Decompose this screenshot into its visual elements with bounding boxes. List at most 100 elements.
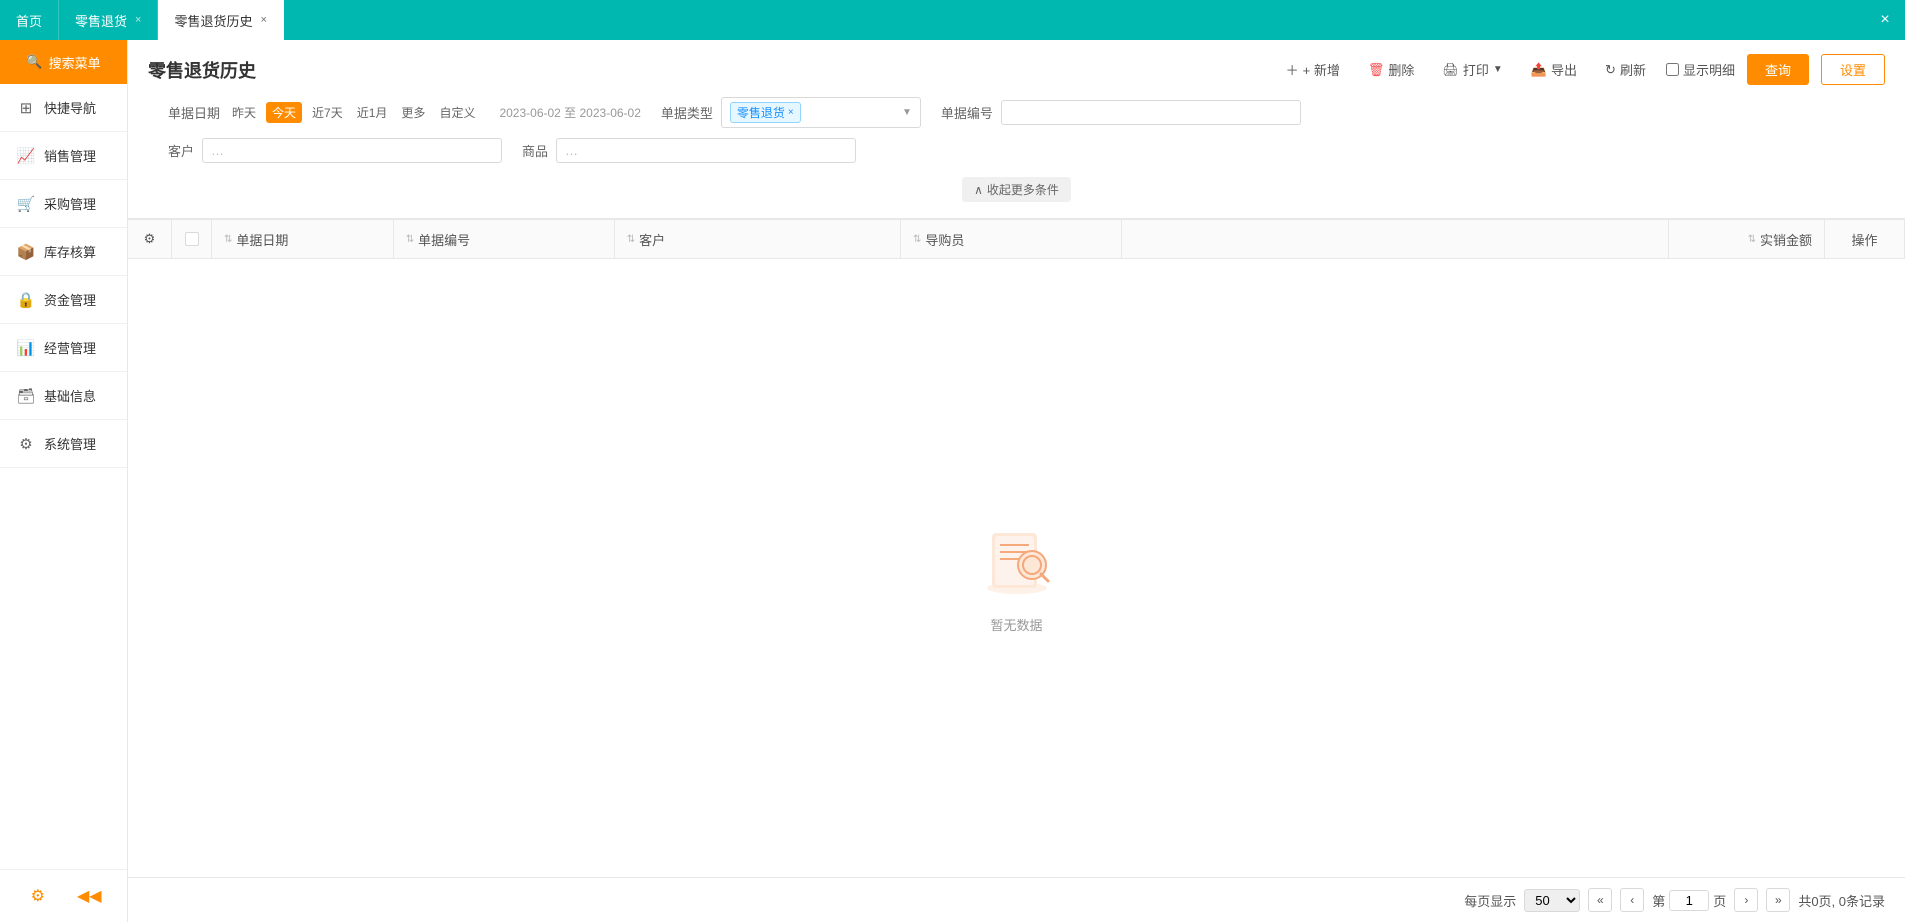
column-settings-icon[interactable]: ⚙ — [144, 231, 156, 247]
date-filter-field: 单据日期 昨天 今天 近7天 近1月 更多 自定义 — [168, 102, 479, 123]
tab-home-label: 首页 — [16, 11, 42, 30]
sidebar-item-quick-nav[interactable]: ⊞ 快捷导航 — [0, 84, 127, 132]
delete-button[interactable]: 🗑 删除 — [1360, 56, 1423, 83]
type-filter-value: 零售退货 × — [730, 102, 801, 123]
sidebar-item-system[interactable]: ⚙ 系统管理 — [0, 420, 127, 468]
th-amount-label: 实销金额 — [1760, 230, 1812, 249]
sidebar-item-inventory[interactable]: 📦 库存核算 — [0, 228, 127, 276]
th-customer[interactable]: ⇅ 客户 — [615, 220, 901, 258]
per-page-select[interactable]: 50 10 20 100 — [1524, 889, 1580, 912]
tab-retail-return-history[interactable]: 零售退货历史 × — [158, 0, 283, 40]
pagination-total: 共0页, 0条记录 — [1798, 891, 1885, 910]
sidebar-item-operations[interactable]: 📊 经营管理 — [0, 324, 127, 372]
goods-filter-select[interactable]: … — [556, 138, 856, 163]
th-action: 操作 — [1825, 220, 1905, 258]
th-settings[interactable]: ⚙ — [128, 220, 172, 258]
sidebar-settings-icon[interactable]: ⚙ — [24, 882, 52, 910]
refresh-icon: ↻ — [1605, 62, 1616, 78]
tab-home[interactable]: 首页 — [0, 0, 59, 40]
sidebar-item-sales-label: 销售管理 — [44, 146, 96, 165]
sidebar-item-quick-nav-label: 快捷导航 — [44, 98, 96, 117]
new-button[interactable]: ＋ + 新增 — [1278, 56, 1348, 83]
date-today[interactable]: 今天 — [266, 102, 302, 123]
settings-button[interactable]: 设置 — [1821, 54, 1885, 85]
date-range-field: 2023-06-02 至 2023-06-02 — [499, 104, 640, 121]
date-more[interactable]: 更多 — [397, 102, 429, 123]
export-label: 导出 — [1551, 60, 1577, 79]
filter-row-1: 单据日期 昨天 今天 近7天 近1月 更多 自定义 2023-06-02 至 2… — [168, 97, 1865, 128]
number-filter-input[interactable] — [1001, 100, 1301, 125]
sidebar-item-purchase[interactable]: 🛒 采购管理 — [0, 180, 127, 228]
collapse-button[interactable]: ∧ 收起更多条件 — [962, 177, 1071, 202]
query-button[interactable]: 查询 — [1747, 54, 1809, 85]
sidebar-item-operations-label: 经营管理 — [44, 338, 96, 357]
new-label: + 新增 — [1303, 60, 1340, 79]
display-toggle-checkbox[interactable] — [1666, 63, 1679, 76]
window-close-button[interactable]: × — [1865, 0, 1905, 40]
page-input[interactable] — [1669, 890, 1709, 911]
empty-text: 暂无数据 — [990, 615, 1042, 634]
tab-retail-return-close[interactable]: × — [135, 14, 141, 26]
th-customer-label: 客户 — [639, 230, 665, 249]
print-button[interactable]: 🖨 打印 ▼ — [1434, 56, 1510, 83]
refresh-button[interactable]: ↻ 刷新 — [1597, 56, 1654, 83]
system-icon: ⚙ — [16, 434, 36, 454]
th-date[interactable]: ⇅ 单据日期 — [212, 220, 394, 258]
customer-filter-select[interactable]: … — [202, 138, 502, 163]
date-yesterday[interactable]: 昨天 — [228, 102, 260, 123]
sidebar-item-finance[interactable]: 🔒 资金管理 — [0, 276, 127, 324]
customer-filter-field: 客户 … — [168, 138, 502, 163]
sidebar-audio-icon[interactable]: ◀◀ — [75, 882, 103, 910]
filter-area: 单据日期 昨天 今天 近7天 近1月 更多 自定义 2023-06-02 至 2… — [148, 97, 1885, 218]
filter-row-2: 客户 … 商品 … — [168, 138, 1865, 163]
export-icon: 📤 — [1531, 62, 1547, 78]
tab-retail-return-label: 零售退货 — [75, 11, 127, 30]
type-filter-select[interactable]: 零售退货 × ▼ — [721, 97, 921, 128]
display-toggle[interactable]: 显示明细 — [1666, 60, 1735, 79]
sort-customer-icon: ⇅ — [627, 234, 635, 245]
collapse-icon: ∧ — [974, 183, 983, 197]
pagination: 每页显示 50 10 20 100 « ‹ 第 页 › » 共0页, 0条记录 — [128, 877, 1905, 922]
delete-icon: 🗑 — [1368, 62, 1385, 78]
sidebar-search[interactable]: 🔍 搜索菜单 — [0, 40, 127, 84]
finance-icon: 🔒 — [16, 290, 36, 310]
sidebar: 🔍 搜索菜单 ⊞ 快捷导航 📈 销售管理 🛒 采购管理 📦 库存核算 🔒 资金管… — [0, 40, 128, 922]
prev-page-button[interactable]: ‹ — [1620, 888, 1644, 912]
sidebar-item-sales[interactable]: 📈 销售管理 — [0, 132, 127, 180]
date-filter-label: 单据日期 — [168, 103, 220, 122]
sidebar-item-system-label: 系统管理 — [44, 434, 96, 453]
sidebar-search-label: 搜索菜单 — [49, 53, 101, 72]
delete-label: 删除 — [1388, 60, 1414, 79]
page-title: 零售退货历史 — [148, 57, 256, 83]
goods-placeholder: … — [565, 143, 578, 158]
date-range-value: 2023-06-02 至 2023-06-02 — [499, 104, 640, 121]
sidebar-item-basic-info[interactable]: 🗃 基础信息 — [0, 372, 127, 420]
customer-placeholder: … — [211, 143, 224, 158]
date-custom[interactable]: 自定义 — [435, 102, 479, 123]
th-checkbox[interactable] — [172, 220, 212, 258]
tab-retail-return-history-close[interactable]: × — [260, 14, 266, 26]
th-guide[interactable]: ⇅ 导购员 — [901, 220, 1122, 258]
select-all-checkbox[interactable] — [185, 232, 199, 246]
th-spacer — [1122, 220, 1670, 258]
first-page-button[interactable]: « — [1588, 888, 1612, 912]
type-tag-close[interactable]: × — [788, 107, 794, 118]
th-date-label: 单据日期 — [236, 230, 288, 249]
next-page-button[interactable]: › — [1734, 888, 1758, 912]
th-amount[interactable]: ⇅ 实销金额 — [1669, 220, 1825, 258]
tab-retail-return[interactable]: 零售退货 × — [59, 0, 158, 40]
customer-filter-label: 客户 — [168, 141, 194, 160]
tab-list: 首页 零售退货 × 零售退货历史 × — [0, 0, 1865, 40]
export-button[interactable]: 📤 导出 — [1523, 56, 1585, 83]
last-page-button[interactable]: » — [1766, 888, 1790, 912]
th-no[interactable]: ⇅ 单据编号 — [394, 220, 615, 258]
operations-icon: 📊 — [16, 338, 36, 358]
type-filter-field: 单据类型 零售退货 × ▼ — [661, 97, 921, 128]
sort-date-icon: ⇅ — [224, 234, 232, 245]
date-7days[interactable]: 近7天 — [308, 102, 347, 123]
top-bar: 首页 零售退货 × 零售退货历史 × × — [0, 0, 1905, 40]
per-page-label: 每页显示 — [1464, 891, 1516, 910]
table-body: 暂无数据 — [128, 259, 1905, 877]
empty-state: 暂无数据 — [967, 503, 1067, 634]
date-1month[interactable]: 近1月 — [353, 102, 392, 123]
